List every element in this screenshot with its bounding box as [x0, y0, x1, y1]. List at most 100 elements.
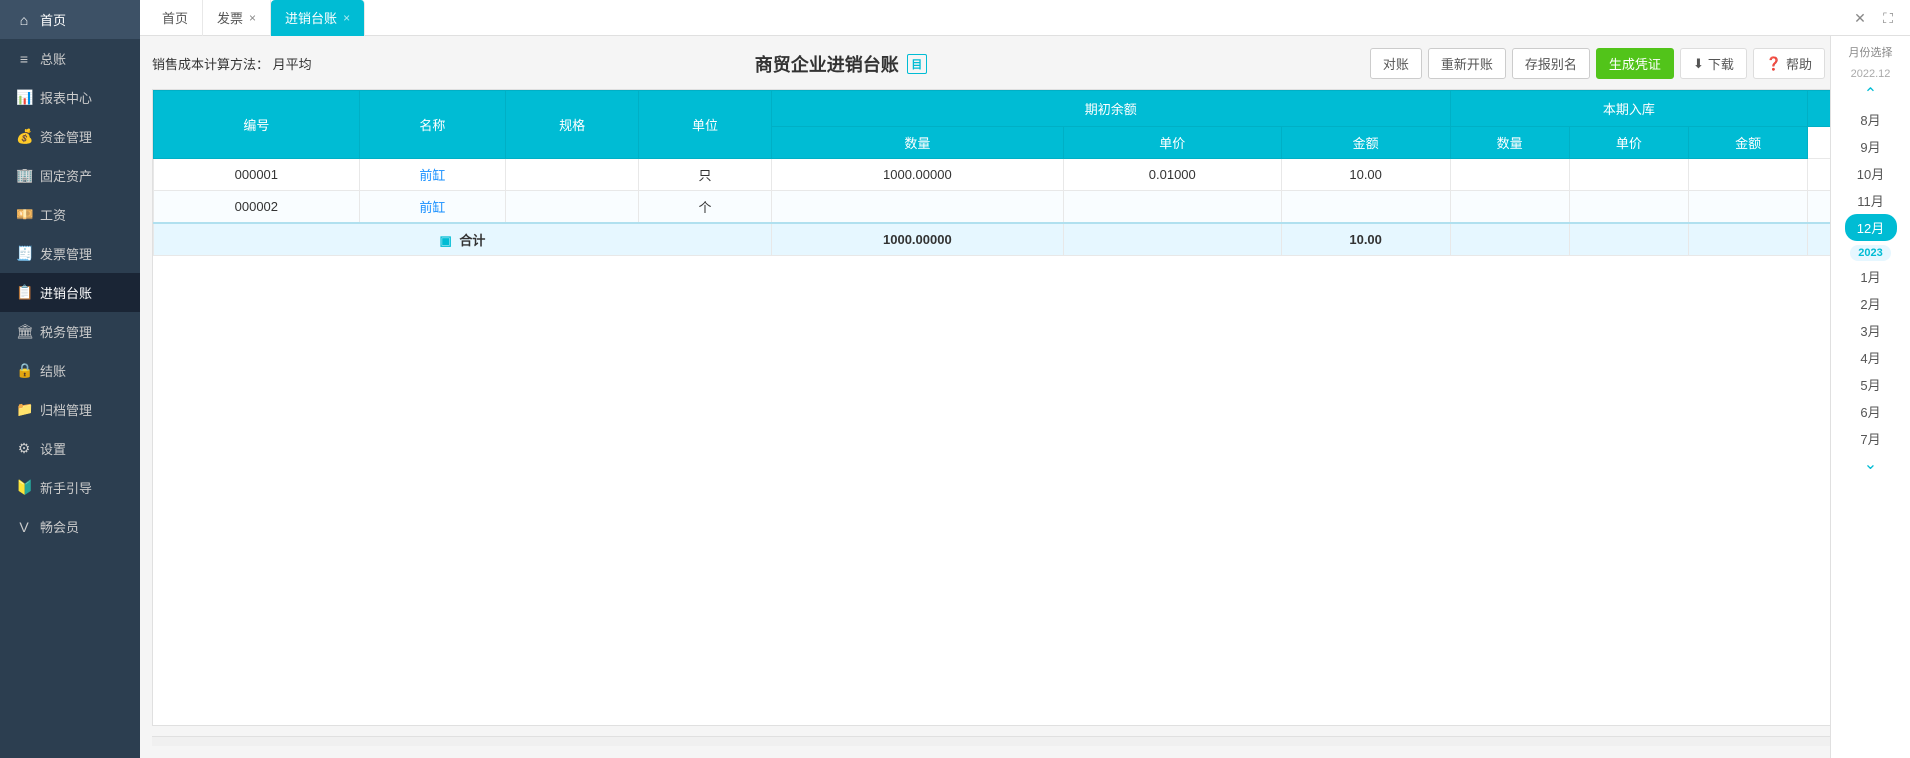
month-item-1[interactable]: 1月 — [1845, 263, 1897, 290]
cell-in-price — [1569, 159, 1688, 191]
close-window-button[interactable]: ✕ — [1850, 8, 1870, 28]
sidebar-item-label: 发票管理 — [40, 244, 92, 263]
sidebar-item-label: 畅会员 — [40, 517, 79, 536]
title-info-icon[interactable]: 目 — [907, 54, 927, 74]
month-item-9[interactable]: 9月 — [1845, 133, 1897, 160]
col-period-in: 本期入库 — [1450, 91, 1808, 127]
sidebar-item-label: 资金管理 — [40, 127, 92, 146]
tab-stock-ledger-label: 进销台账 — [285, 8, 337, 27]
stock-table: 编号 名称 规格 单位 期初余额 本期入库 数 数量 单价 金额 数量 单价 — [153, 90, 1897, 256]
help-button[interactable]: ❓ 帮助 — [1753, 48, 1825, 79]
sidebar-item-ledger[interactable]: ≡ 总账 — [0, 39, 140, 78]
invoice-icon: 🧾 — [16, 245, 32, 262]
save-as-button[interactable]: 存报别名 — [1512, 48, 1590, 79]
cell-name: 前缸 — [359, 159, 506, 191]
cell-in-qty — [1450, 191, 1569, 224]
col-init-qty: 数量 — [771, 127, 1063, 159]
sidebar-item-report[interactable]: 📊 报表中心 — [0, 78, 140, 117]
maximize-window-button[interactable]: ⛶ — [1878, 8, 1898, 28]
col-in-price: 单价 — [1569, 127, 1688, 159]
cell-code: 000001 — [154, 159, 360, 191]
sidebar-item-label: 进销台账 — [40, 283, 92, 302]
sidebar-item-tax[interactable]: 🏛 税务管理 — [0, 312, 140, 351]
sidebar-item-fixed[interactable]: 🏢 固定资产 — [0, 156, 140, 195]
sidebar-item-vip[interactable]: V 畅会员 — [0, 507, 140, 546]
tab-home[interactable]: 首页 — [148, 0, 203, 36]
cell-init-amount — [1281, 191, 1450, 224]
cell-in-qty — [1450, 159, 1569, 191]
cell-in-price — [1569, 191, 1688, 224]
reopen-button[interactable]: 重新开账 — [1428, 48, 1506, 79]
tab-invoice-label: 发票 — [217, 8, 243, 27]
tax-icon: 🏛 — [16, 323, 32, 340]
table-container: 编号 名称 规格 单位 期初余额 本期入库 数 数量 单价 金额 数量 单价 — [152, 89, 1898, 726]
tab-stock-ledger[interactable]: 进销台账 × — [271, 0, 365, 36]
sidebar-item-label: 报表中心 — [40, 88, 92, 107]
sidebar-item-settings[interactable]: ⚙ 设置 — [0, 429, 140, 468]
page-title-section: 商贸企业进销台账 目 — [755, 51, 927, 77]
col-in-qty: 数量 — [1450, 127, 1569, 159]
month-panel: 月份选择 2022.12 ⌃ 8月 9月 10月 11月 12月 2023 1月… — [1830, 36, 1910, 758]
sidebar-item-archive[interactable]: 📁 归档管理 — [0, 390, 140, 429]
tab-stock-ledger-close[interactable]: × — [343, 12, 350, 24]
download-icon: ⬇ — [1693, 56, 1704, 72]
help-icon: ❓ — [1766, 56, 1782, 72]
cost-method-value: 月平均 — [273, 57, 312, 72]
year-2022-label: 2022.12 — [1851, 68, 1891, 80]
sidebar-item-capital[interactable]: 💰 资金管理 — [0, 117, 140, 156]
sidebar-item-close[interactable]: 🔒 结账 — [0, 351, 140, 390]
col-code: 编号 — [154, 91, 360, 159]
cell-unit: 只 — [639, 159, 772, 191]
sidebar-item-stock[interactable]: 📋 进销台账 — [0, 273, 140, 312]
table-body: 000001 前缸 只 1000.00000 0.01000 10.00 000… — [154, 159, 1897, 256]
month-item-8[interactable]: 8月 — [1845, 106, 1897, 133]
tab-bar: 首页 发票 × 进销台账 × — [140, 0, 1910, 36]
sidebar-item-label: 结账 — [40, 361, 66, 380]
cell-spec — [506, 159, 639, 191]
month-item-10[interactable]: 10月 — [1845, 160, 1897, 187]
total-label-cell: ▣ 合计 — [154, 223, 772, 256]
sidebar-item-label: 新手引导 — [40, 478, 92, 497]
sidebar-item-guide[interactable]: 🔰 新手引导 — [0, 468, 140, 507]
scroll-up-button[interactable]: ⌃ — [1864, 84, 1877, 104]
stock-icon: 📋 — [16, 284, 32, 301]
month-item-12[interactable]: 12月 — [1845, 214, 1897, 241]
sidebar-item-home[interactable]: ⌂ 首页 — [0, 0, 140, 39]
month-item-7[interactable]: 7月 — [1845, 425, 1897, 452]
salary-icon: 💴 — [16, 206, 32, 223]
generate-button[interactable]: 生成凭证 — [1596, 48, 1674, 79]
main-area: ✕ ⛶ 首页 发票 × 进销台账 × 销售成本计算方法： 月平均 商贸企业进销台… — [140, 0, 1910, 758]
month-item-2[interactable]: 2月 — [1845, 290, 1897, 317]
scroll-down-button[interactable]: ⌄ — [1864, 454, 1877, 474]
col-init-price: 单价 — [1063, 127, 1281, 159]
sidebar-item-label: 税务管理 — [40, 322, 92, 341]
total-icon: ▣ — [440, 233, 452, 248]
sidebar-item-invoice-mgmt[interactable]: 🧾 发票管理 — [0, 234, 140, 273]
month-item-5[interactable]: 5月 — [1845, 371, 1897, 398]
month-item-6[interactable]: 6月 — [1845, 398, 1897, 425]
window-controls: ✕ ⛶ — [1850, 8, 1898, 28]
sidebar-item-label: 首页 — [40, 10, 66, 29]
horizontal-scrollbar[interactable] — [152, 736, 1898, 746]
month-item-11[interactable]: 11月 — [1845, 187, 1897, 214]
cell-spec — [506, 191, 639, 224]
tab-invoice-close[interactable]: × — [249, 12, 256, 24]
sidebar-item-label: 归档管理 — [40, 400, 92, 419]
cell-name: 前缸 — [359, 191, 506, 224]
table-row: 000001 前缸 只 1000.00000 0.01000 10.00 — [154, 159, 1897, 191]
sidebar-item-salary[interactable]: 💴 工资 — [0, 195, 140, 234]
tab-home-label: 首页 — [162, 8, 188, 27]
col-unit: 单位 — [639, 91, 772, 159]
month-item-3[interactable]: 3月 — [1845, 317, 1897, 344]
vip-icon: V — [16, 519, 32, 535]
page-content: 销售成本计算方法： 月平均 商贸企业进销台账 目 对账 重新开账 存报别名 生成… — [140, 36, 1910, 758]
cell-init-qty: 1000.00000 — [771, 159, 1063, 191]
cell-in-amount — [1689, 159, 1808, 191]
month-item-4[interactable]: 4月 — [1845, 344, 1897, 371]
compare-button[interactable]: 对账 — [1370, 48, 1422, 79]
download-button[interactable]: ⬇ 下载 — [1680, 48, 1747, 79]
fixed-icon: 🏢 — [16, 167, 32, 184]
total-init-qty: 1000.00000 — [771, 223, 1063, 256]
report-icon: 📊 — [16, 89, 32, 106]
tab-invoice[interactable]: 发票 × — [203, 0, 271, 36]
